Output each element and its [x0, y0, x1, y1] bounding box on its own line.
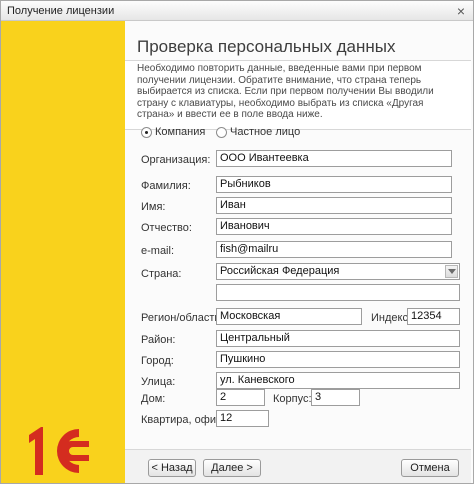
city-field[interactable]: Пушкино: [216, 351, 460, 368]
street-field[interactable]: ул. Каневского: [216, 372, 460, 389]
radio-private-label: Частное лицо: [230, 126, 301, 138]
email-label: e-mail:: [141, 245, 175, 257]
country-selected-value: Российская Федерация: [220, 265, 340, 277]
district-label: Район:: [141, 334, 176, 346]
patronymic-field[interactable]: Иванович: [216, 218, 452, 235]
close-icon[interactable]: ×: [457, 3, 465, 19]
apartment-label: Квартира, офис:: [141, 414, 225, 426]
patronymic-label: Отчество:: [141, 222, 192, 234]
first-name-label: Имя:: [141, 201, 166, 213]
title-bar: Получение лицензии ×: [1, 1, 473, 21]
city-label: Город:: [141, 355, 174, 367]
first-name-field[interactable]: Иван: [216, 197, 452, 214]
district-field[interactable]: Центральный: [216, 330, 460, 347]
radio-private-person[interactable]: Частное лицо: [216, 126, 300, 138]
house-field[interactable]: 2: [216, 389, 265, 406]
building-label: Корпус:: [273, 393, 312, 405]
last-name-label: Фамилия:: [141, 180, 191, 192]
radio-company-label: Компания: [155, 126, 206, 138]
main-content: Проверка персональных данных Необходимо …: [125, 21, 473, 483]
chevron-down-icon[interactable]: [445, 265, 458, 278]
cancel-button[interactable]: Отмена: [401, 459, 459, 477]
apartment-field[interactable]: 12: [216, 410, 269, 427]
last-name-field[interactable]: Рыбников: [216, 176, 452, 193]
organization-field[interactable]: ООО Ивантеевка: [216, 150, 452, 167]
organization-label: Организация:: [141, 154, 211, 166]
next-button[interactable]: Далее >: [203, 459, 261, 477]
country-label: Страна:: [141, 268, 182, 280]
country-select[interactable]: Российская Федерация: [216, 263, 460, 280]
radio-private-indicator[interactable]: [216, 126, 227, 138]
button-bar: < Назад Далее > Отмена: [125, 449, 471, 483]
radio-company[interactable]: Компания: [141, 126, 205, 138]
info-panel: Необходимо повторить данные, введенные в…: [125, 60, 471, 130]
region-field[interactable]: Московская: [216, 308, 362, 325]
window-title: Получение лицензии: [7, 5, 115, 17]
street-label: Улица:: [141, 376, 176, 388]
page-title: Проверка персональных данных: [137, 37, 396, 56]
license-dialog: Получение лицензии × Проверка персональн…: [0, 0, 474, 484]
radio-company-indicator[interactable]: [141, 126, 152, 138]
postcode-label: Индекс:: [371, 312, 412, 324]
1c-logo: [29, 427, 89, 475]
email-field[interactable]: fish@mailru: [216, 241, 452, 258]
postcode-field[interactable]: 12354: [407, 308, 460, 325]
building-field[interactable]: 3: [311, 389, 360, 406]
back-button[interactable]: < Назад: [148, 459, 196, 477]
region-label: Регион/область:: [141, 312, 224, 324]
sidebar: [1, 21, 125, 483]
house-label: Дом:: [141, 393, 166, 405]
other-country-field[interactable]: [216, 284, 460, 301]
